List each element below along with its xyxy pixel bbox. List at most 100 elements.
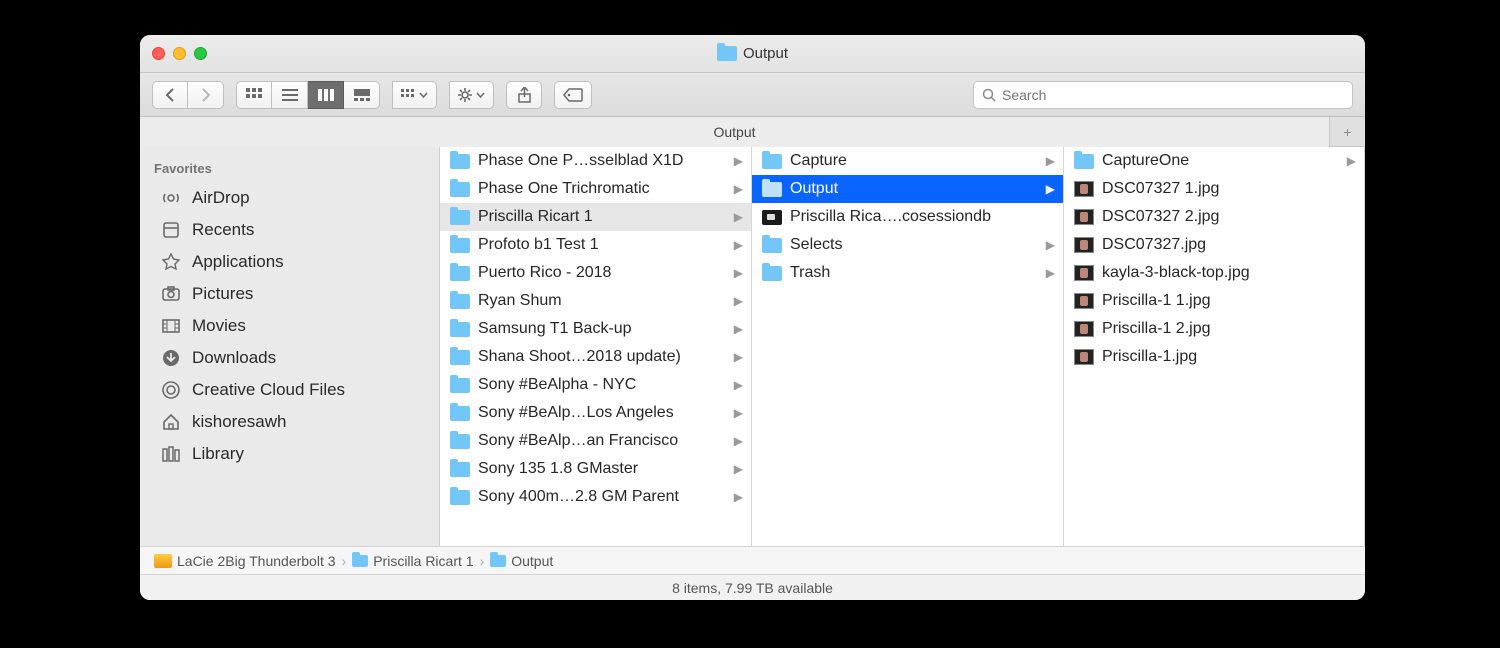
gear-icon [458, 88, 472, 102]
path-segment[interactable]: LaCie 2Big Thunderbolt 3 [154, 553, 336, 569]
window-title: Output [717, 45, 788, 62]
arrange-button[interactable] [392, 81, 437, 109]
gallery-view-button[interactable] [344, 81, 380, 109]
file-row[interactable]: Puerto Rico - 2018▶ [440, 259, 751, 287]
sidebar-item-label: AirDrop [192, 188, 250, 208]
file-row[interactable]: DSC07327 2.jpg [1064, 203, 1364, 231]
image-thumb-icon [1074, 181, 1094, 197]
file-row[interactable]: Shana Shoot…2018 update)▶ [440, 343, 751, 371]
file-row[interactable]: Trash▶ [752, 259, 1063, 287]
home-icon [160, 411, 182, 433]
path-label: Priscilla Ricart 1 [373, 553, 473, 569]
folder-icon [450, 238, 470, 253]
file-row[interactable]: Ryan Shum▶ [440, 287, 751, 315]
image-thumb-icon [1074, 209, 1094, 225]
file-row[interactable]: Priscilla Ricart 1▶ [440, 203, 751, 231]
back-button[interactable] [152, 81, 188, 109]
chevron-right-icon: ▶ [734, 434, 743, 448]
search-field[interactable] [973, 81, 1353, 109]
sidebar: Favorites AirDropRecentsApplicationsPict… [140, 147, 440, 546]
folder-icon [762, 154, 782, 169]
file-row[interactable]: Priscilla Rica….cosessiondb [752, 203, 1063, 231]
file-row[interactable]: DSC07327 1.jpg [1064, 175, 1364, 203]
toolbar [140, 73, 1365, 117]
tab-bar: Output + [140, 117, 1365, 147]
file-name: Priscilla-1 2.jpg [1102, 320, 1356, 338]
sidebar-item-recents[interactable]: Recents [140, 214, 439, 246]
chevron-right-icon: ▶ [1046, 238, 1055, 252]
file-row[interactable]: Phase One Trichromatic▶ [440, 175, 751, 203]
sidebar-item-movies[interactable]: Movies [140, 310, 439, 342]
file-row[interactable]: Samsung T1 Back-up▶ [440, 315, 751, 343]
file-row[interactable]: Sony #BeAlp…an Francisco▶ [440, 427, 751, 455]
file-row[interactable]: Selects ▶ [752, 231, 1063, 259]
path-segment[interactable]: Output [490, 553, 553, 569]
close-button[interactable] [152, 47, 165, 60]
minimize-button[interactable] [173, 47, 186, 60]
downloads-icon [160, 347, 182, 369]
file-row[interactable]: Priscilla-1.jpg [1064, 343, 1364, 371]
file-row[interactable]: Sony #BeAlpha - NYC▶ [440, 371, 751, 399]
file-name: Phase One Trichromatic [478, 180, 726, 198]
file-row[interactable]: Capture▶ [752, 147, 1063, 175]
new-tab-button[interactable]: + [1329, 117, 1365, 147]
file-name: kayla-3-black-top.jpg [1102, 264, 1356, 282]
sidebar-item-label: Applications [192, 252, 284, 272]
file-row[interactable]: Sony 135 1.8 GMaster▶ [440, 455, 751, 483]
chevron-right-icon: ▶ [734, 322, 743, 336]
search-icon [982, 88, 996, 102]
image-thumb-icon [1074, 237, 1094, 253]
sidebar-item-library[interactable]: Library [140, 438, 439, 470]
chevron-right-icon: ▶ [734, 238, 743, 252]
chevron-right-icon: ▶ [1046, 266, 1055, 280]
chevron-right-icon: ▶ [734, 490, 743, 504]
column-1[interactable]: Phase One P…sselblad X1D▶Phase One Trich… [440, 147, 752, 546]
folder-icon [450, 154, 470, 169]
sidebar-item-cc[interactable]: Creative Cloud Files [140, 374, 439, 406]
icon-view-button[interactable] [236, 81, 272, 109]
titlebar: Output [140, 35, 1365, 73]
column-3[interactable]: CaptureOne▶DSC07327 1.jpgDSC07327 2.jpgD… [1064, 147, 1365, 546]
folder-icon [450, 294, 470, 309]
column-view-button[interactable] [308, 81, 344, 109]
list-view-button[interactable] [272, 81, 308, 109]
sidebar-item-home[interactable]: kishoresawh [140, 406, 439, 438]
tags-button[interactable] [554, 81, 592, 109]
file-row[interactable]: DSC07327.jpg [1064, 231, 1364, 259]
status-text: 8 items, 7.99 TB available [672, 580, 833, 596]
maximize-button[interactable] [194, 47, 207, 60]
forward-button[interactable] [188, 81, 224, 109]
chevron-right-icon: ▶ [734, 406, 743, 420]
column-2[interactable]: Capture▶Output▶Priscilla Rica….cosession… [752, 147, 1064, 546]
window-title-text: Output [743, 45, 788, 62]
share-button[interactable] [506, 81, 542, 109]
file-name: Sony 400m…2.8 GM Parent [478, 488, 726, 506]
tab-output[interactable]: Output [140, 117, 1329, 147]
search-input[interactable] [1002, 87, 1344, 103]
file-name: CaptureOne [1102, 152, 1339, 170]
file-name: Selects [790, 236, 1038, 254]
folder-icon [762, 266, 782, 281]
sidebar-item-downloads[interactable]: Downloads [140, 342, 439, 374]
sidebar-item-airdrop[interactable]: AirDrop [140, 182, 439, 214]
file-row[interactable]: Sony 400m…2.8 GM Parent ▶ [440, 483, 751, 511]
file-row[interactable]: kayla-3-black-top.jpg [1064, 259, 1364, 287]
chevron-right-icon: ▶ [1046, 154, 1055, 168]
sidebar-item-applications[interactable]: Applications [140, 246, 439, 278]
sidebar-item-pictures[interactable]: Pictures [140, 278, 439, 310]
path-separator: › [480, 553, 485, 569]
file-row[interactable]: Priscilla-1 1.jpg [1064, 287, 1364, 315]
file-row[interactable]: Priscilla-1 2.jpg [1064, 315, 1364, 343]
file-row[interactable]: Profoto b1 Test 1▶ [440, 231, 751, 259]
finder-window: Output [140, 35, 1365, 600]
file-row[interactable]: Output▶ [752, 175, 1063, 203]
file-row[interactable]: Phase One P…sselblad X1D▶ [440, 147, 751, 175]
file-row[interactable]: CaptureOne▶ [1064, 147, 1364, 175]
action-button[interactable] [449, 81, 494, 109]
path-segment[interactable]: Priscilla Ricart 1 [352, 553, 473, 569]
file-name: Ryan Shum [478, 292, 726, 310]
file-row[interactable]: Sony #BeAlp…Los Angeles▶ [440, 399, 751, 427]
image-thumb-icon [1074, 293, 1094, 309]
sidebar-item-label: Library [192, 444, 244, 464]
chevron-right-icon: ▶ [734, 462, 743, 476]
